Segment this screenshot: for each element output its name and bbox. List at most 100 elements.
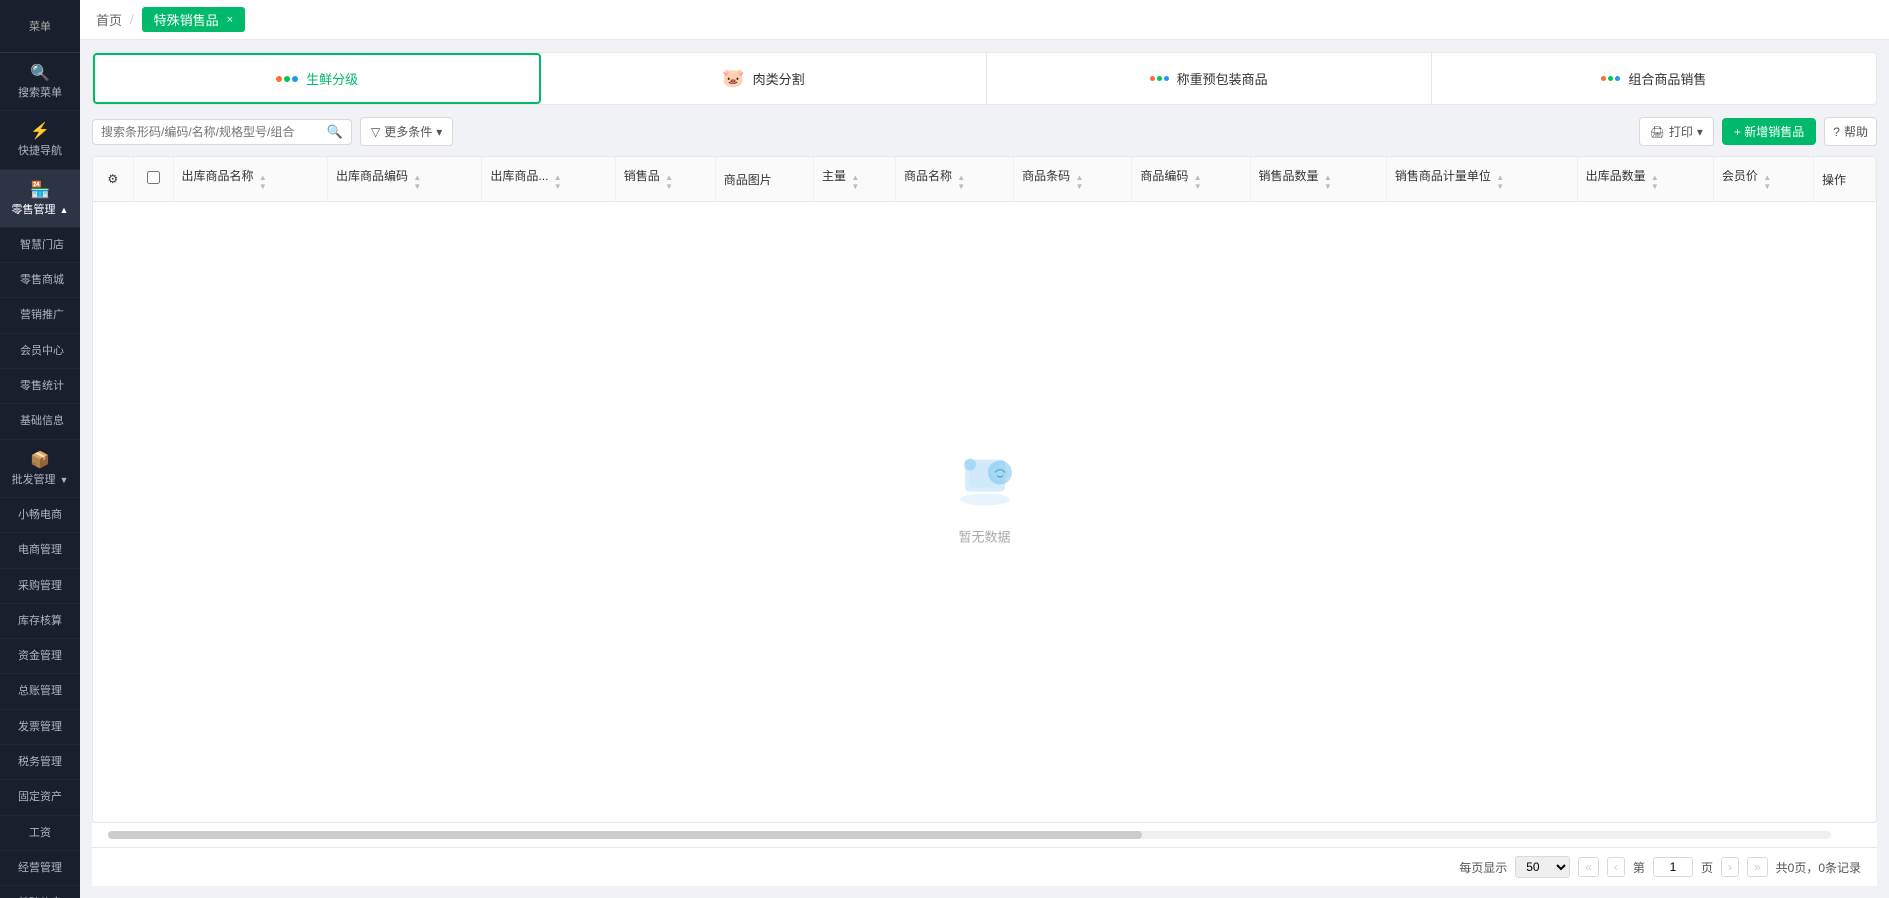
empty-illustration xyxy=(945,434,1025,514)
col-main[interactable]: 主量 ▲ ▼ xyxy=(813,157,895,202)
sidebar-item-basic-info[interactable]: 基础信息 xyxy=(0,404,80,439)
col-out-goods-name[interactable]: 出库商品名称 ▲ ▼ xyxy=(173,157,327,202)
tab-combo[interactable]: 组合商品销售 xyxy=(1432,53,1876,104)
sidebar-item-label: 搜索菜单 xyxy=(18,86,62,100)
sidebar-item-quick-nav[interactable]: ⚡ 快捷导航 xyxy=(0,111,80,169)
retail-icon: 🏪 xyxy=(30,180,50,200)
col-sales-goods[interactable]: 销售品 ▲ ▼ xyxy=(615,157,715,202)
sidebar-item-retail[interactable]: 🏪 零售管理 ▲ xyxy=(0,170,80,228)
prev-page-button[interactable]: ‹ xyxy=(1607,857,1625,877)
sort-desc-icon: ▼ xyxy=(957,183,965,191)
sidebar-item-member[interactable]: 会员中心 xyxy=(0,334,80,369)
sort-desc-icon: ▼ xyxy=(413,183,421,191)
sidebar-item-purchase[interactable]: 采购管理 xyxy=(0,569,80,604)
sidebar-item-ledger[interactable]: 总账管理 xyxy=(0,674,80,709)
data-table: ⚙ 出库商品名称 ▲ ▼ 出库商品 xyxy=(93,157,1876,202)
fresh-grade-icon xyxy=(276,76,298,82)
print-button[interactable]: 🖨 打印 ▾ xyxy=(1639,117,1714,146)
col-out-qty[interactable]: 出库品数量 ▲ ▼ xyxy=(1577,157,1713,202)
col-goods-code[interactable]: 商品编码 ▲ ▼ xyxy=(1132,157,1250,202)
filter-button[interactable]: ▽ 更多条件 ▾ xyxy=(360,117,453,146)
sidebar-item-biz-mgmt[interactable]: 经营管理 xyxy=(0,851,80,886)
sidebar-item-online-mall[interactable]: 零售商城 xyxy=(0,263,80,298)
sidebar-item-search[interactable]: 🔍 搜索菜单 xyxy=(0,53,80,111)
next-page-button[interactable]: › xyxy=(1721,857,1739,877)
breadcrumb-current-tab: 特殊销售品 × xyxy=(142,7,245,32)
sidebar-item-hr[interactable]: 工资 xyxy=(0,816,80,851)
toolbar: 🔍 ▽ 更多条件 ▾ 🖨 打印 ▾ + 新增销售品 ? xyxy=(92,117,1877,146)
tab-bar: 生鲜分级 🐷 肉类分割 称重预包装商品 xyxy=(92,52,1877,105)
sort-asc-icon: ▲ xyxy=(259,174,267,182)
col-sales-qty[interactable]: 销售品数量 ▲ ▼ xyxy=(1250,157,1386,202)
toolbar-left: 🔍 ▽ 更多条件 ▾ xyxy=(92,117,453,146)
sidebar: 菜单 🔍 搜索菜单 ⚡ 快捷导航 🏪 零售管理 ▲ 智慧门店 零售商城 营销推广… xyxy=(0,0,80,898)
scroll-track[interactable] xyxy=(108,831,1831,839)
col-label: 销售品 xyxy=(624,169,660,183)
add-goods-button[interactable]: + 新增销售品 xyxy=(1722,118,1816,145)
combo-icon xyxy=(1601,76,1620,81)
page-number-input[interactable] xyxy=(1653,857,1693,877)
sidebar-item-label: 营销推广 xyxy=(20,308,64,322)
col-label: 出库商品... xyxy=(490,169,548,183)
first-page-icon: « xyxy=(1585,860,1592,874)
print-arrow-icon: ▾ xyxy=(1697,125,1703,139)
expand-arrow-icon: ▲ xyxy=(60,205,69,215)
sidebar-logo: 菜单 xyxy=(0,0,80,53)
sort-asc-icon: ▲ xyxy=(957,174,965,182)
tab-fresh-grade[interactable]: 生鲜分级 xyxy=(93,53,541,104)
sort-asc-icon: ▲ xyxy=(1651,174,1659,182)
help-button[interactable]: ? 帮助 xyxy=(1824,117,1877,146)
col-settings[interactable]: ⚙ xyxy=(93,157,133,202)
sidebar-item-finance[interactable]: 资金管理 xyxy=(0,639,80,674)
col-out-goods-code[interactable]: 出库商品编码 ▲ ▼ xyxy=(327,157,481,202)
sidebar-item-mini-ecom[interactable]: 小畅电商 xyxy=(0,498,80,533)
sidebar-item-ecom-mgmt[interactable]: 电商管理 xyxy=(0,533,80,568)
col-label: 会员价 xyxy=(1722,169,1758,183)
sort-icons: ▲ ▼ xyxy=(1324,174,1332,191)
select-all-checkbox[interactable] xyxy=(147,171,160,184)
col-goods-barcode[interactable]: 商品条码 ▲ ▼ xyxy=(1014,157,1132,202)
first-page-button[interactable]: « xyxy=(1578,857,1599,877)
tab-weigh-pack[interactable]: 称重预包装商品 xyxy=(987,53,1432,104)
last-page-button[interactable]: » xyxy=(1747,857,1768,877)
sort-desc-icon: ▼ xyxy=(1076,183,1084,191)
sidebar-item-wholesale[interactable]: 📦 批发管理 ▼ xyxy=(0,440,80,498)
col-member-price[interactable]: 会员价 ▲ ▼ xyxy=(1713,157,1813,202)
breadcrumb-home[interactable]: 首页 xyxy=(96,10,122,29)
tab-meat-cut[interactable]: 🐷 肉类分割 xyxy=(541,53,986,104)
sidebar-item-label: 经营管理 xyxy=(18,861,62,875)
sidebar-item-fixed-assets[interactable]: 固定资产 xyxy=(0,780,80,815)
search-icon[interactable]: 🔍 xyxy=(327,124,343,140)
sidebar-item-invoice[interactable]: 发票管理 xyxy=(0,710,80,745)
sidebar-item-retail-stats[interactable]: 零售统计 xyxy=(0,369,80,404)
col-sales-unit[interactable]: 销售商品计量单位 ▲ ▼ xyxy=(1386,157,1577,202)
breadcrumb-separator: / xyxy=(130,12,134,27)
sort-icons: ▲ ▼ xyxy=(957,174,965,191)
sort-desc-icon: ▼ xyxy=(1194,183,1202,191)
search-input[interactable] xyxy=(101,125,323,139)
sidebar-item-label: 会员中心 xyxy=(20,344,64,358)
col-goods-image: 商品图片 xyxy=(715,157,813,202)
print-label: 打印 xyxy=(1669,123,1693,140)
scroll-thumb[interactable] xyxy=(108,831,1142,839)
sidebar-item-smart-store[interactable]: 智慧门店 xyxy=(0,228,80,263)
col-label: 主量 xyxy=(822,169,846,183)
sidebar-item-marketing[interactable]: 营销推广 xyxy=(0,298,80,333)
next-page-icon: › xyxy=(1728,860,1732,874)
sidebar-item-tax[interactable]: 税务管理 xyxy=(0,745,80,780)
sort-asc-icon: ▲ xyxy=(554,174,562,182)
per-page-select[interactable]: 10 20 50 100 xyxy=(1515,856,1570,878)
col-goods-name[interactable]: 商品名称 ▲ ▼ xyxy=(895,157,1013,202)
main-area: 首页 / 特殊销售品 × 生鲜分级 🐷 肉类分割 xyxy=(80,0,1889,898)
close-tab-button[interactable]: × xyxy=(227,14,233,26)
sidebar-item-inventory[interactable]: 库存核算 xyxy=(0,604,80,639)
sidebar-item-label: 库存核算 xyxy=(18,614,62,628)
col-out-goods-extra[interactable]: 出库商品... ▲ ▼ xyxy=(482,157,615,202)
sort-asc-icon: ▲ xyxy=(1496,174,1504,182)
sidebar-item-basic-info2[interactable]: 基础信息 xyxy=(0,886,80,898)
sidebar-item-label: 电商管理 xyxy=(18,543,62,557)
col-checkbox[interactable] xyxy=(133,157,173,202)
sort-asc-icon: ▲ xyxy=(1194,174,1202,182)
page-label: 第 xyxy=(1633,859,1645,876)
page-content: 生鲜分级 🐷 肉类分割 称重预包装商品 xyxy=(80,40,1889,898)
